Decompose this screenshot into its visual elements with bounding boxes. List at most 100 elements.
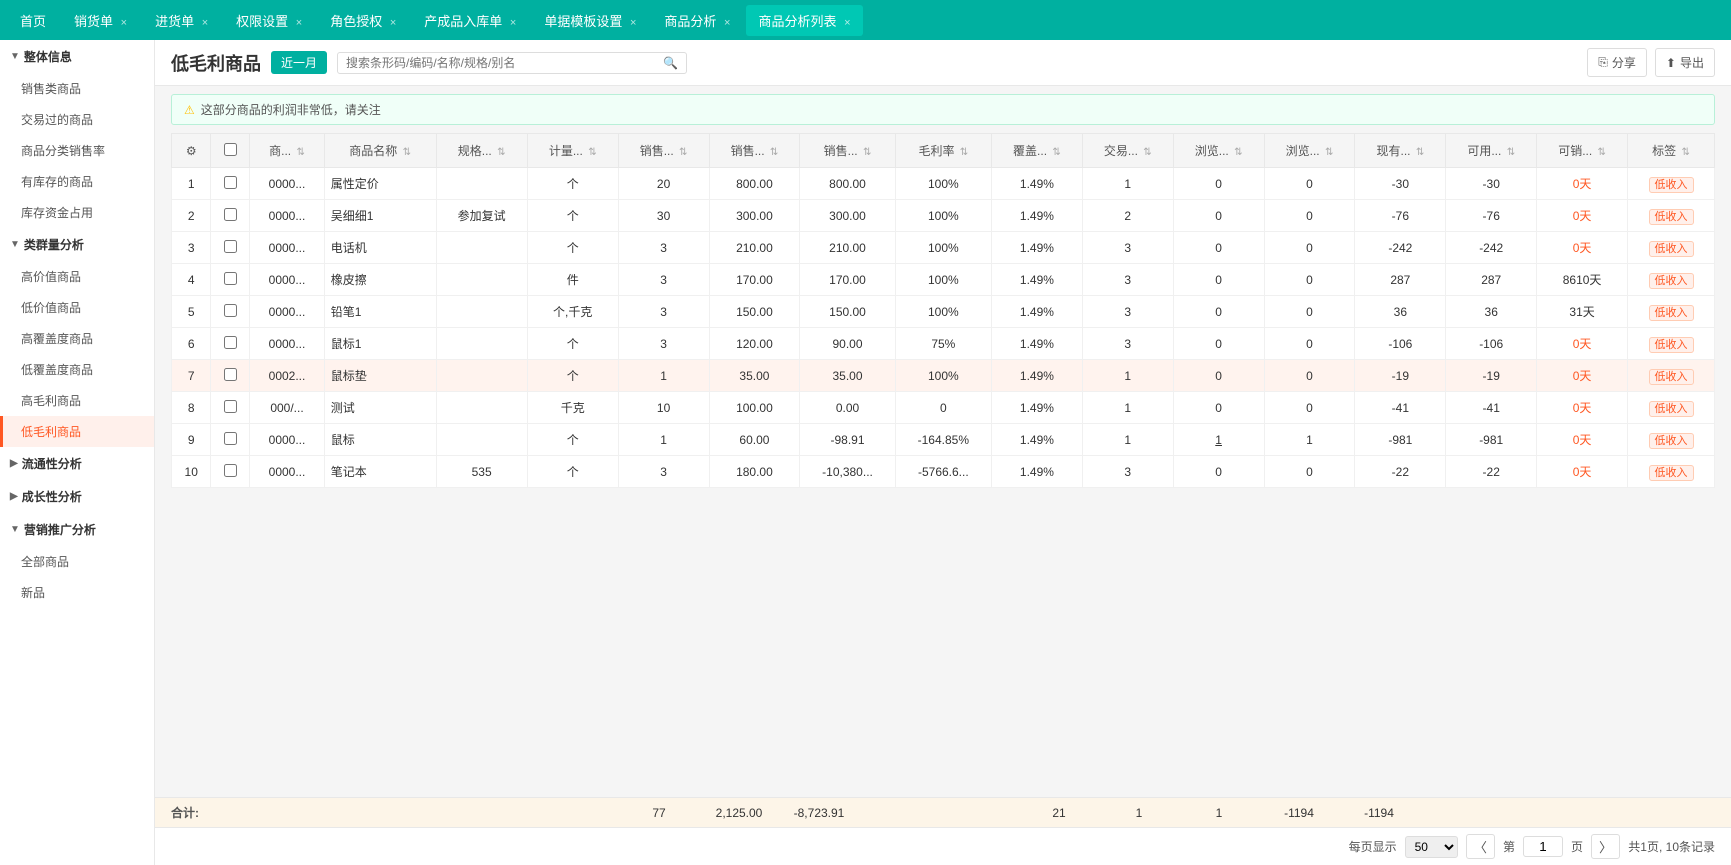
- nav-item-permissions[interactable]: 权限设置 ×: [224, 5, 314, 36]
- close-icon[interactable]: ×: [202, 17, 208, 29]
- close-icon[interactable]: ×: [630, 17, 636, 29]
- row-select-checkbox[interactable]: [224, 432, 237, 445]
- nav-item-templates[interactable]: 单据模板设置 ×: [532, 5, 648, 36]
- row-select-checkbox[interactable]: [224, 464, 237, 477]
- sidebar-item-all-goods[interactable]: 全部商品: [0, 546, 154, 577]
- col-sales-price[interactable]: 销售... ⇅: [709, 134, 800, 168]
- next-page-button[interactable]: 〉: [1591, 834, 1620, 859]
- row-select-checkbox[interactable]: [224, 208, 237, 221]
- col-views2[interactable]: 浏览... ⇅: [1264, 134, 1355, 168]
- row-views1[interactable]: 0: [1173, 296, 1264, 328]
- sidebar-item-stock-goods[interactable]: 有库存的商品: [0, 166, 154, 197]
- nav-item-sales[interactable]: 销货单 ×: [62, 5, 139, 36]
- row-views1[interactable]: 0: [1173, 392, 1264, 424]
- close-icon[interactable]: ×: [510, 17, 516, 29]
- col-code[interactable]: 商... ⇅: [250, 134, 324, 168]
- col-sellable[interactable]: 可销... ⇅: [1537, 134, 1628, 168]
- sidebar-item-low-coverage[interactable]: 低覆盖度商品: [0, 354, 154, 385]
- close-icon[interactable]: ×: [390, 17, 396, 29]
- row-views1[interactable]: 0: [1173, 456, 1264, 488]
- row-checkbox[interactable]: [211, 424, 250, 456]
- col-tag[interactable]: 标签 ⇅: [1628, 134, 1715, 168]
- col-checkbox[interactable]: [211, 134, 250, 168]
- footer-sales-price: 2,125.00: [699, 806, 779, 820]
- row-current-stock: -22: [1355, 456, 1446, 488]
- close-icon[interactable]: ×: [844, 17, 850, 29]
- row-views1[interactable]: 0: [1173, 200, 1264, 232]
- row-checkbox[interactable]: [211, 456, 250, 488]
- sidebar-item-new-goods[interactable]: 新品: [0, 577, 154, 608]
- sidebar-item-traded-goods[interactable]: 交易过的商品: [0, 104, 154, 135]
- col-sales-qty[interactable]: 销售... ⇅: [618, 134, 709, 168]
- sidebar-section-cluster[interactable]: ▼ 类群量分析: [0, 228, 154, 261]
- row-views1[interactable]: 0: [1173, 232, 1264, 264]
- sidebar-item-high-value[interactable]: 高价值商品: [0, 261, 154, 292]
- row-select-checkbox[interactable]: [224, 336, 237, 349]
- nav-item-purchase[interactable]: 进货单 ×: [143, 5, 220, 36]
- col-settings[interactable]: ⚙: [172, 134, 211, 168]
- select-all-checkbox[interactable]: [224, 143, 237, 156]
- row-views1[interactable]: 0: [1173, 360, 1264, 392]
- nav-item-analysis[interactable]: 商品分析 ×: [652, 5, 742, 36]
- row-checkbox[interactable]: [211, 328, 250, 360]
- sidebar-item-high-coverage[interactable]: 高覆盖度商品: [0, 323, 154, 354]
- sidebar-item-low-value[interactable]: 低价值商品: [0, 292, 154, 323]
- row-tag: 低收入: [1628, 424, 1715, 456]
- close-icon[interactable]: ×: [296, 17, 302, 29]
- nav-item-products[interactable]: 产成品入库单 ×: [412, 5, 528, 36]
- nav-item-roles[interactable]: 角色授权 ×: [318, 5, 408, 36]
- row-checkbox[interactable]: [211, 392, 250, 424]
- row-select-checkbox[interactable]: [224, 304, 237, 317]
- sidebar-section-circulation[interactable]: ▶ 流通性分析: [0, 447, 154, 480]
- per-page-select[interactable]: 50 100 200: [1405, 836, 1458, 858]
- page-input[interactable]: [1523, 836, 1563, 857]
- col-unit[interactable]: 计量... ⇅: [527, 134, 618, 168]
- nav-item-home[interactable]: 首页: [8, 5, 58, 36]
- table-row: 3 0000... 电话机 个 3 210.00 210.00 100% 1.4…: [172, 232, 1715, 264]
- row-checkbox[interactable]: [211, 296, 250, 328]
- col-name[interactable]: 商品名称 ⇅: [324, 134, 436, 168]
- close-icon[interactable]: ×: [724, 17, 730, 29]
- row-views1[interactable]: 0: [1173, 328, 1264, 360]
- sidebar-section-growth[interactable]: ▶ 成长性分析: [0, 480, 154, 513]
- row-checkbox[interactable]: [211, 264, 250, 296]
- col-gross-margin[interactable]: 毛利率 ⇅: [895, 134, 991, 168]
- sidebar-section-marketing[interactable]: ▼ 营销推广分析: [0, 513, 154, 546]
- col-sales-amount[interactable]: 销售... ⇅: [800, 134, 895, 168]
- nav-item-analysis-list[interactable]: 商品分析列表 ×: [746, 5, 862, 36]
- sidebar-item-category-rate[interactable]: 商品分类销售率: [0, 135, 154, 166]
- close-icon[interactable]: ×: [121, 17, 127, 29]
- row-views1[interactable]: 0: [1173, 264, 1264, 296]
- sidebar-item-high-margin[interactable]: 高毛利商品: [0, 385, 154, 416]
- sidebar-section-overall[interactable]: ▼ 整体信息: [0, 40, 154, 73]
- prev-page-button[interactable]: 〈: [1466, 834, 1495, 859]
- row-select-checkbox[interactable]: [224, 400, 237, 413]
- row-checkbox[interactable]: [211, 360, 250, 392]
- row-select-checkbox[interactable]: [224, 240, 237, 253]
- col-available[interactable]: 可用... ⇅: [1446, 134, 1537, 168]
- row-views1[interactable]: 0: [1173, 168, 1264, 200]
- row-views1[interactable]: 1: [1173, 424, 1264, 456]
- col-current-stock[interactable]: 现有... ⇅: [1355, 134, 1446, 168]
- row-checkbox[interactable]: [211, 168, 250, 200]
- row-spec: [436, 328, 527, 360]
- col-views1[interactable]: 浏览... ⇅: [1173, 134, 1264, 168]
- search-icon[interactable]: 🔍: [663, 56, 678, 70]
- sidebar-item-low-margin[interactable]: 低毛利商品: [0, 416, 154, 447]
- row-select-checkbox[interactable]: [224, 368, 237, 381]
- export-button[interactable]: ⬆ 导出: [1655, 48, 1715, 77]
- col-spec[interactable]: 规格... ⇅: [436, 134, 527, 168]
- footer-views1: 1: [1099, 806, 1179, 820]
- row-checkbox[interactable]: [211, 232, 250, 264]
- row-select-checkbox[interactable]: [224, 272, 237, 285]
- search-input[interactable]: [346, 56, 663, 70]
- sidebar-item-sales-goods[interactable]: 销售类商品: [0, 73, 154, 104]
- share-button[interactable]: ⎘ 分享: [1587, 48, 1647, 77]
- col-transactions[interactable]: 交易... ⇅: [1082, 134, 1173, 168]
- col-coverage[interactable]: 覆盖... ⇅: [991, 134, 1082, 168]
- chevron-right-icon: ▶: [10, 458, 18, 469]
- sidebar-item-capital-usage[interactable]: 库存资金占用: [0, 197, 154, 228]
- row-checkbox[interactable]: [211, 200, 250, 232]
- filter-recent-month-button[interactable]: 近一月: [271, 51, 327, 74]
- row-select-checkbox[interactable]: [224, 176, 237, 189]
